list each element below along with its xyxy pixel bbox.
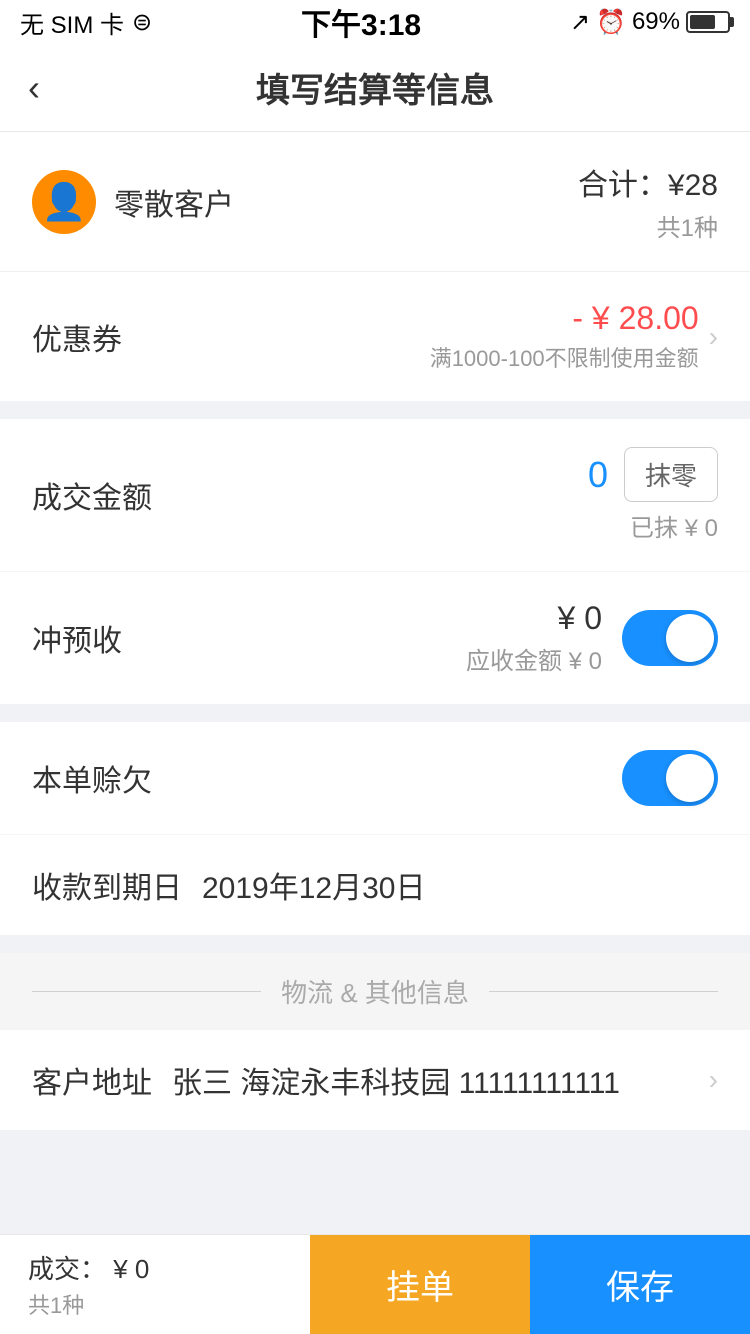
bottom-deal-amount: ¥ 0	[113, 1254, 149, 1284]
deducted-label: 已抹	[630, 515, 678, 542]
transaction-amount-input[interactable]	[488, 454, 608, 496]
credit-toggle-knob	[666, 754, 714, 802]
prepaid-offset-sub: 应收金额 ¥ 0	[466, 641, 602, 676]
customer-avatar: 👤	[32, 170, 96, 234]
logistics-line-left	[32, 991, 261, 992]
transaction-amount-row: 成交金额 抹零 已抹 ¥ 0	[0, 419, 750, 572]
coupon-right: - ¥ 28.00 满1000-100不限制使用金额 ›	[430, 300, 718, 373]
logistics-header: 物流 & 其他信息	[0, 953, 750, 1030]
credit-label: 本单赊欠	[32, 756, 152, 800]
prepaid-offset-amounts: ¥ 0 应收金额 ¥ 0	[466, 600, 602, 676]
battery-percent: 69%	[632, 8, 680, 36]
bottom-count: 共1种	[28, 1288, 282, 1320]
credit-section: 本单赊欠 收款到期日 2019年12月30日	[0, 722, 750, 935]
transaction-section: 成交金额 抹零 已抹 ¥ 0 冲预收 ¥ 0 应收金额	[0, 419, 750, 704]
deducted-text: 已抹 ¥ 0	[630, 508, 718, 543]
due-date-value: 2019年12月30日	[202, 863, 425, 907]
transaction-amount-right: 抹零 已抹 ¥ 0	[488, 447, 718, 543]
prepaid-offset-amount: ¥ 0	[466, 600, 602, 637]
due-date-row: 收款到期日 2019年12月30日	[0, 835, 750, 935]
prepaid-sub-amount: ¥ 0	[569, 648, 602, 675]
coupon-row[interactable]: 优惠券 - ¥ 28.00 满1000-100不限制使用金额 ›	[0, 271, 750, 401]
chevron-right-icon: ›	[709, 321, 718, 353]
customer-name: 零散客户	[114, 180, 234, 224]
customer-row: 👤 零散客户 合计：¥28 共1种	[0, 132, 750, 271]
avatar-icon: 👤	[42, 181, 87, 223]
location-icon: ↗	[570, 8, 590, 37]
battery-icon	[686, 11, 730, 33]
logistics-line-right	[489, 991, 718, 992]
wifi-icon: ⊜	[132, 8, 152, 37]
logistics-text: 物流 & 其他信息	[261, 973, 489, 1010]
deducted-value: ¥ 0	[685, 515, 718, 542]
back-button[interactable]: ‹	[28, 67, 40, 109]
address-value: 张三 海淀永丰科技园 11111111111	[172, 1058, 689, 1102]
due-date-label: 收款到期日	[32, 863, 182, 907]
address-row[interactable]: 客户地址 张三 海淀永丰科技园 11111111111 ›	[0, 1030, 750, 1130]
coupon-discount: - ¥ 28.00	[430, 300, 699, 337]
status-bar: 无 SIM 卡 ⊜ 下午3:18 ↗ ⏰ 69%	[0, 0, 750, 44]
credit-toggle[interactable]	[622, 750, 718, 806]
customer-section: 👤 零散客户 合计：¥28 共1种 优惠券 - ¥ 28.00 满1000-10…	[0, 132, 750, 401]
bottom-deal-label: 成交：	[28, 1254, 106, 1284]
bottom-info: 成交： ¥ 0 共1种	[0, 1249, 310, 1320]
address-label: 客户地址	[32, 1058, 152, 1102]
transaction-input-row: 抹零	[488, 447, 718, 502]
nav-bar: ‹ 填写结算等信息	[0, 44, 750, 132]
logistics-section: 物流 & 其他信息 客户地址 张三 海淀永丰科技园 11111111111 ›	[0, 953, 750, 1130]
status-time: 下午3:18	[301, 0, 421, 44]
battery-fill	[690, 15, 715, 29]
coupon-desc: 满1000-100不限制使用金额	[430, 341, 699, 373]
bottom-deal-row: 成交： ¥ 0	[28, 1249, 282, 1286]
credit-row: 本单赊欠	[0, 722, 750, 835]
total-count: 共1种	[578, 208, 718, 243]
bottom-bar: 成交： ¥ 0 共1种 挂单 保存	[0, 1234, 750, 1334]
status-left: 无 SIM 卡 ⊜	[20, 5, 152, 40]
round-off-button[interactable]: 抹零	[624, 447, 718, 502]
page-title: 填写结算等信息	[256, 63, 494, 112]
status-right: ↗ ⏰ 69%	[570, 8, 730, 37]
prepaid-offset-right: ¥ 0 应收金额 ¥ 0	[466, 600, 718, 676]
alarm-icon: ⏰	[596, 8, 626, 37]
customer-right: 合计：¥28 共1种	[578, 160, 718, 243]
sim-text: 无 SIM 卡	[20, 5, 124, 40]
pending-button[interactable]: 挂单	[310, 1235, 530, 1334]
prepaid-toggle-knob	[666, 614, 714, 662]
coupon-info: - ¥ 28.00 满1000-100不限制使用金额	[430, 300, 699, 373]
prepaid-sub-label: 应收金额	[466, 648, 562, 675]
prepaid-offset-label: 冲预收	[32, 616, 152, 660]
prepaid-toggle[interactable]	[622, 610, 718, 666]
address-chevron-icon: ›	[709, 1064, 718, 1096]
prepaid-offset-row: 冲预收 ¥ 0 应收金额 ¥ 0	[0, 572, 750, 704]
save-button[interactable]: 保存	[530, 1235, 750, 1334]
transaction-amount-label: 成交金额	[32, 473, 152, 517]
total-amount: 合计：¥28	[578, 160, 718, 204]
content-area: 👤 零散客户 合计：¥28 共1种 优惠券 - ¥ 28.00 满1000-10…	[0, 132, 750, 1258]
coupon-label: 优惠券	[32, 315, 122, 359]
customer-left: 👤 零散客户	[32, 170, 234, 234]
